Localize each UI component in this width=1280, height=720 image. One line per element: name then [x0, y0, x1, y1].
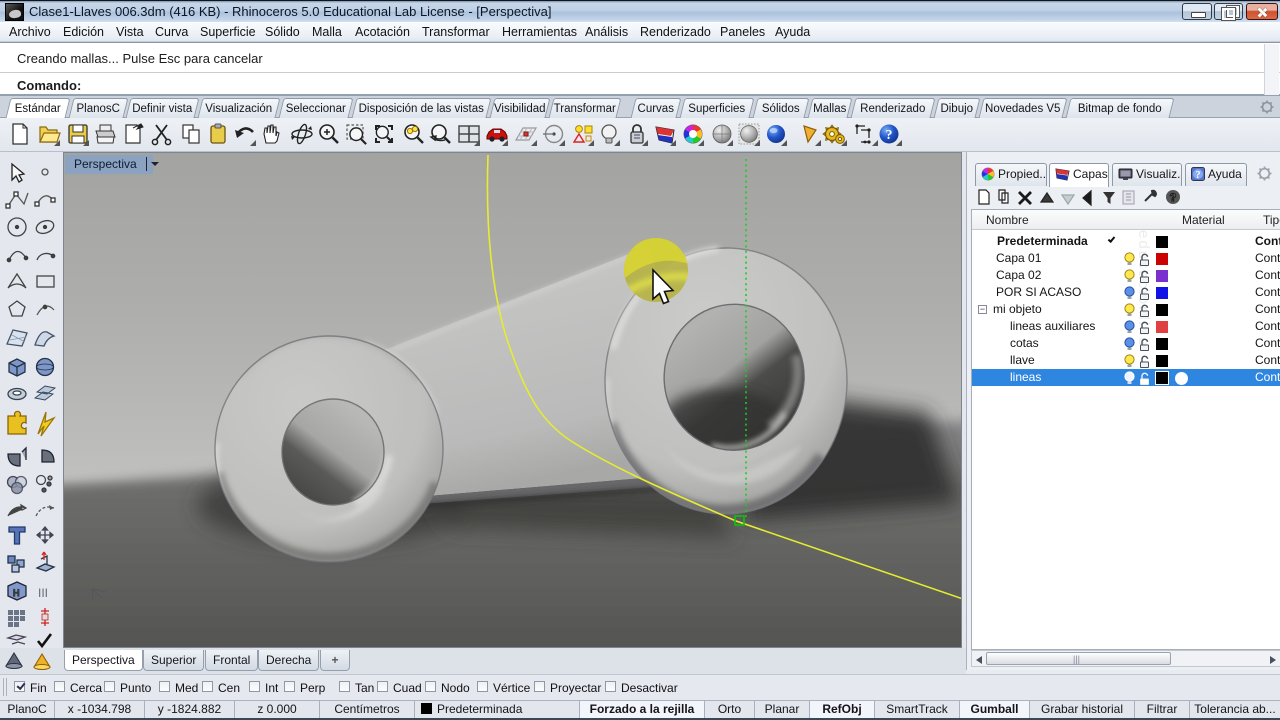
svg-text:?: ? [1170, 192, 1177, 204]
svg-text:III: III [38, 586, 48, 600]
svg-text:?: ? [886, 128, 893, 143]
svg-text:?: ? [1196, 170, 1201, 181]
svg-text:H: H [13, 588, 20, 598]
